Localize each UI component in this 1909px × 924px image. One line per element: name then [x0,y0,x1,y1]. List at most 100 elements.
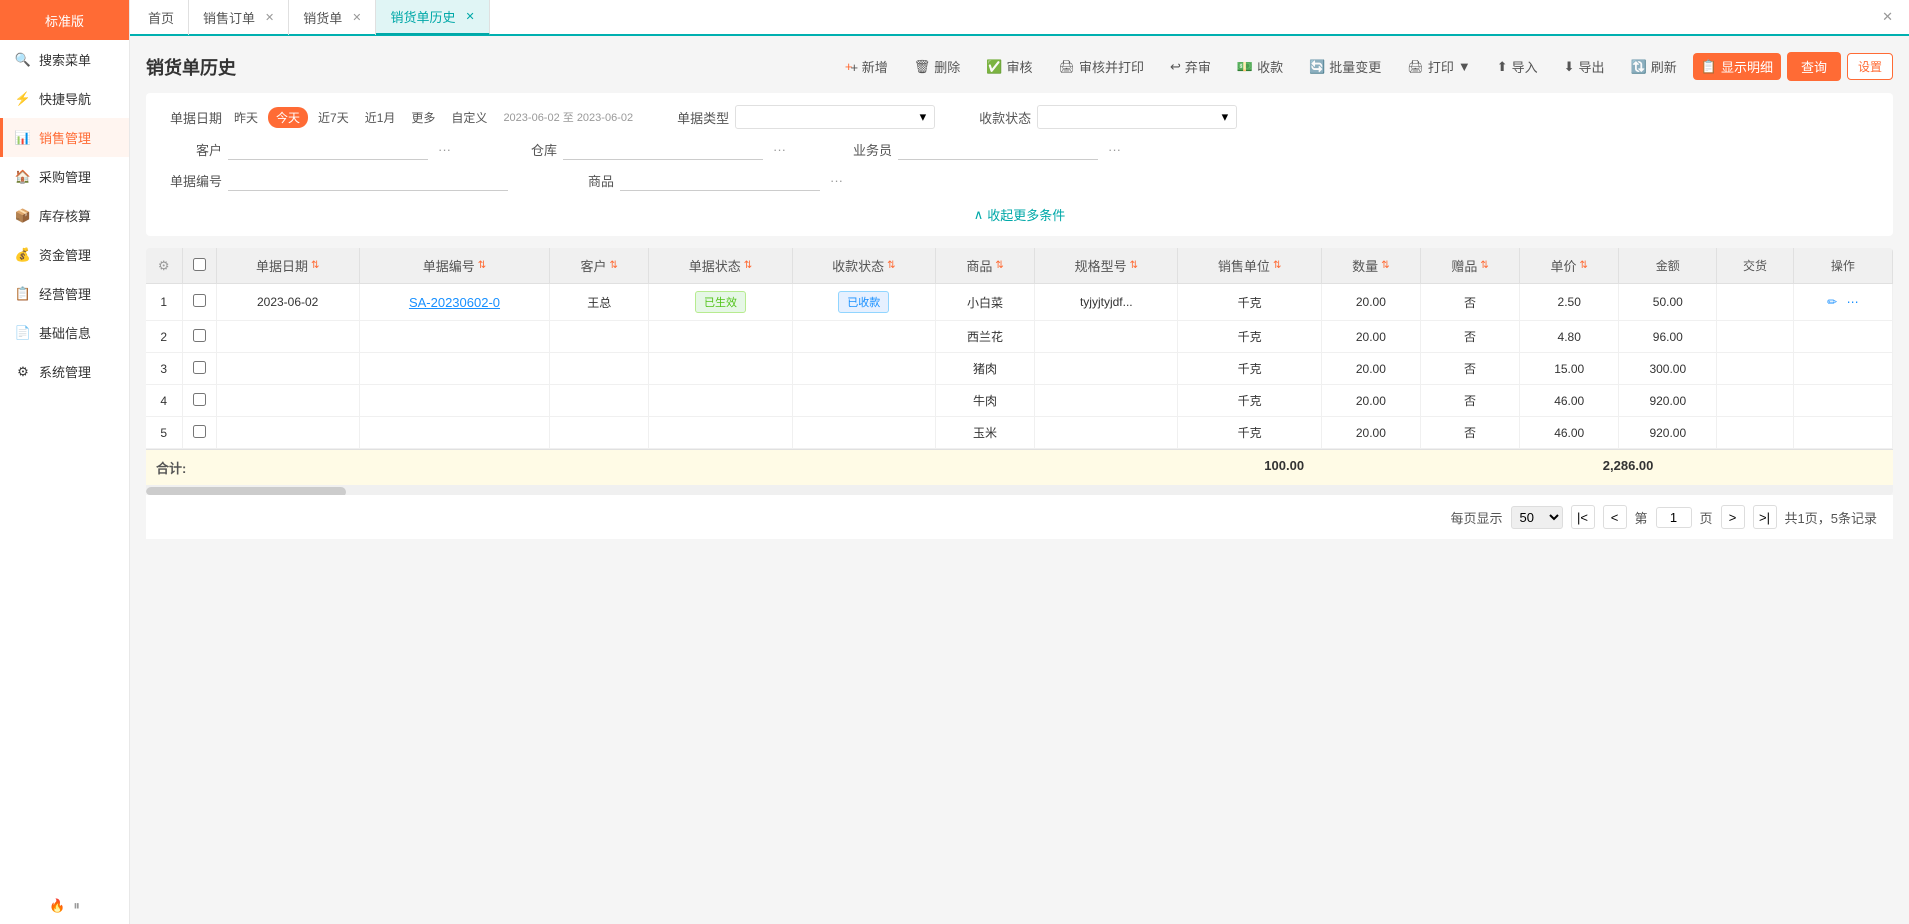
th-goods[interactable]: 商品 ⇅ [935,248,1034,284]
inventory-icon: 📦 [15,208,31,224]
doc-no-link[interactable]: SA-20230602-0 [409,295,500,310]
th-checkbox[interactable] [182,248,216,284]
next-page-button[interactable]: > [1721,505,1745,529]
cell-date [216,321,359,353]
more-action[interactable]: ⋯ [1844,295,1862,309]
row-checkbox[interactable] [193,425,206,438]
edit-action[interactable]: ✏ [1824,295,1840,309]
row-checkbox[interactable] [193,393,206,406]
sidebar-item-operations[interactable]: 📋 经营管理 [0,274,129,313]
goods-dots[interactable]: ··· [830,173,843,188]
cell-unit: 千克 [1178,385,1321,417]
th-unit-price[interactable]: 单价 ⇅ [1520,248,1619,284]
staff-dots[interactable]: ··· [1108,142,1121,157]
sidebar-item-sales[interactable]: 📊 销售管理 [0,118,129,157]
sidebar-item-purchase[interactable]: 🏠 采购管理 [0,157,129,196]
customer-label: 客户 [162,140,222,159]
sidebar-item-search[interactable]: 🔍 搜索菜单 [0,40,129,79]
cell-customer [550,321,649,353]
collect-button[interactable]: 💵 收款 [1227,53,1293,80]
date-btn-custom[interactable]: 自定义 [445,107,493,128]
collapse-button[interactable]: ∧ 收起更多条件 [162,201,1877,224]
refresh-button[interactable]: 🔃 刷新 [1621,53,1687,80]
import-button[interactable]: ⬆ 导入 [1487,53,1548,80]
cell-date [216,385,359,417]
date-btn-more[interactable]: 更多 [405,107,441,128]
date-btn-7days[interactable]: 近7天 [312,107,355,128]
settings-button[interactable]: 设置 [1847,53,1893,80]
cell-checkbox[interactable] [182,321,216,353]
th-spec[interactable]: 规格型号 ⇅ [1035,248,1178,284]
th-customer[interactable]: 客户 ⇅ [550,248,649,284]
cell-checkbox[interactable] [182,284,216,321]
tab-sales-goods[interactable]: 销货单 ✕ [289,0,376,35]
tab-sales-history[interactable]: 销货单历史 ✕ [376,0,489,35]
table-header-row: ⚙ 单据日期 ⇅ [146,248,1893,284]
doc-no-input[interactable] [228,170,508,191]
row-checkbox[interactable] [193,294,206,307]
row-checkbox[interactable] [193,329,206,342]
prev-page-button[interactable]: < [1603,505,1627,529]
select-all-checkbox[interactable] [193,258,206,271]
cell-date [216,353,359,385]
cell-checkbox[interactable] [182,417,216,449]
config-icon[interactable]: ⚙ [158,258,170,273]
th-config[interactable]: ⚙ [146,248,182,284]
sidebar-item-inventory[interactable]: 📦 库存核算 [0,196,129,235]
date-btn-1month[interactable]: 近1月 [359,107,402,128]
audit-print-button[interactable]: 🖨 审核并打印 [1048,53,1154,80]
tab-sales-history-close[interactable]: ✕ [466,10,475,23]
last-page-button[interactable]: >| [1753,505,1777,529]
date-btn-yesterday[interactable]: 昨天 [228,107,264,128]
show-details-button[interactable]: 📋 显示明细 [1693,53,1781,80]
th-quantity[interactable]: 数量 ⇅ [1321,248,1420,284]
sidebar-item-system[interactable]: ⚙ 系统管理 [0,352,129,391]
abandon-button[interactable]: ↩ 弃审 [1160,53,1221,80]
date-btn-today[interactable]: 今天 [268,107,308,128]
tab-sales-order[interactable]: 销售订单 ✕ [189,0,289,35]
tab-home[interactable]: 首页 [134,0,189,35]
payment-status-select[interactable]: ▾ [1037,105,1237,129]
sidebar-bottom-btn1[interactable]: 🔥 [49,898,65,914]
goods-input[interactable] [620,170,820,191]
cell-checkbox[interactable] [182,353,216,385]
tab-sales-goods-close[interactable]: ✕ [352,11,361,24]
cell-trade [1717,284,1793,321]
delete-button[interactable]: 🗑 删除 [904,53,971,80]
th-date[interactable]: 单据日期 ⇅ [216,248,359,284]
cell-doc-no [359,417,549,449]
export-button[interactable]: ⬇ 导出 [1554,53,1615,80]
customer-input[interactable] [228,139,428,160]
print-button[interactable]: 🖨 打印 ▼ [1397,53,1480,80]
sidebar-item-quick[interactable]: ⚡ 快捷导航 [0,79,129,118]
batch-change-button[interactable]: 🔄 批量变更 [1299,53,1391,80]
new-button[interactable]: + + 新增 [835,53,898,80]
query-button[interactable]: 查询 [1787,52,1841,81]
customer-dots[interactable]: ··· [438,142,451,157]
staff-input[interactable] [898,139,1098,160]
th-gift[interactable]: 赠品 ⇅ [1420,248,1519,284]
sidebar-item-label: 搜索菜单 [39,50,91,69]
horizontal-scrollbar[interactable] [146,485,1893,495]
doc-type-select[interactable]: ▾ [735,105,935,129]
tab-bar-close-all[interactable]: ✕ [1870,9,1905,25]
sidebar-item-basic[interactable]: 📄 基础信息 [0,313,129,352]
warehouse-input[interactable] [563,139,763,160]
page-number-input[interactable] [1656,507,1692,528]
table-row: 5 玉米 千克 20.00 否 46.00 920.00 [146,417,1893,449]
th-doc-status[interactable]: 单据状态 ⇅ [649,248,792,284]
warehouse-dots[interactable]: ··· [773,142,786,157]
audit-button[interactable]: ✅ 审核 [976,53,1042,80]
tab-sales-order-close[interactable]: ✕ [265,11,274,24]
cell-checkbox[interactable] [182,385,216,417]
sidebar-item-finance[interactable]: 💰 资金管理 [0,235,129,274]
toolbar: + + 新增 🗑 删除 ✅ 审核 🖨 审核并打印 [835,52,1893,81]
first-page-button[interactable]: |< [1571,505,1595,529]
sidebar-bottom-btn2[interactable]: ⏸ [73,898,80,914]
row-checkbox[interactable] [193,361,206,374]
th-unit[interactable]: 销售单位 ⇅ [1178,248,1321,284]
th-doc-no[interactable]: 单据编号 ⇅ [359,248,549,284]
th-payment-status[interactable]: 收款状态 ⇅ [792,248,935,284]
per-page-select[interactable]: 50 100 200 [1511,506,1563,529]
sidebar-item-label: 快捷导航 [39,89,91,108]
